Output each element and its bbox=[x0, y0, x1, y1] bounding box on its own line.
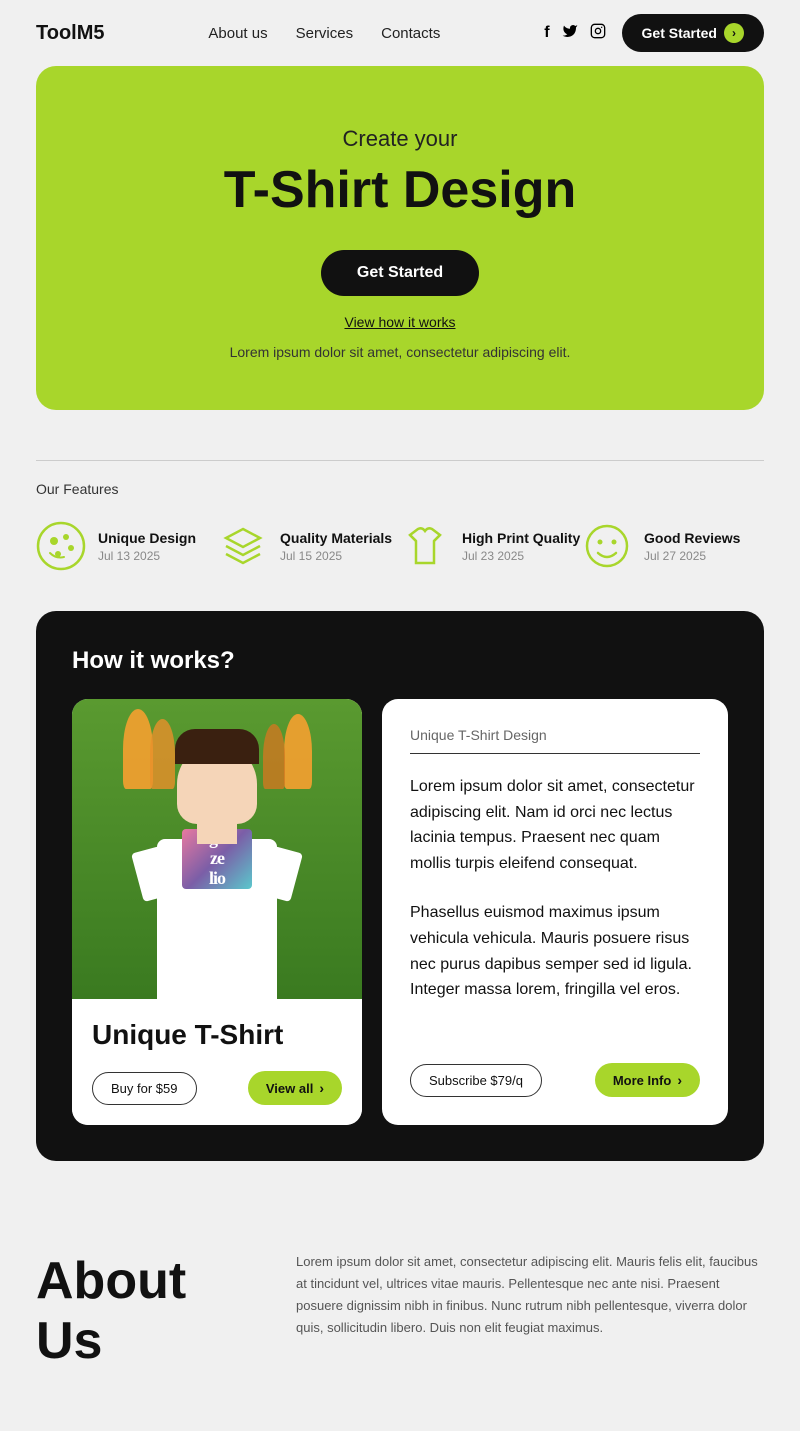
cta-arrow-icon: › bbox=[724, 23, 744, 43]
features-section: Our Features Unique Design Jul 13 2025 bbox=[0, 440, 800, 601]
tshirt-icon bbox=[400, 521, 450, 571]
feature-quality-materials-info: Quality Materials Jul 15 2025 bbox=[280, 530, 392, 563]
hero-description: Lorem ipsum dolor sit amet, consectetur … bbox=[72, 344, 728, 360]
more-info-button[interactable]: More Info › bbox=[595, 1063, 700, 1097]
hero-get-started-button[interactable]: Get Started bbox=[321, 250, 479, 296]
more-info-arrow-icon: › bbox=[677, 1072, 682, 1088]
instagram-icon[interactable] bbox=[590, 23, 606, 44]
nav-contacts[interactable]: Contacts bbox=[381, 25, 440, 42]
twitter-icon[interactable] bbox=[562, 23, 578, 44]
product-name: Unique T-Shirt bbox=[92, 1019, 342, 1051]
about-section: About Us Lorem ipsum dolor sit amet, con… bbox=[0, 1191, 800, 1431]
layers-icon bbox=[218, 521, 268, 571]
palette-icon bbox=[36, 521, 86, 571]
hero-section: Create your T-Shirt Design Get Started V… bbox=[36, 66, 764, 410]
social-links: f bbox=[544, 23, 605, 44]
hero-pre-title: Create your bbox=[72, 126, 728, 152]
nav-services[interactable]: Services bbox=[296, 25, 354, 42]
right-card-text1: Lorem ipsum dolor sit amet, consectetur … bbox=[410, 774, 700, 876]
facebook-icon[interactable]: f bbox=[544, 24, 549, 42]
feature-print-quality-info: High Print Quality Jul 23 2025 bbox=[462, 530, 580, 563]
how-card-bottom: Unique T-Shirt Buy for $59 View all › bbox=[72, 999, 362, 1125]
right-card-subtitle: Unique T-Shirt Design bbox=[410, 727, 700, 743]
smile-icon bbox=[582, 521, 632, 571]
view-all-arrow-icon: › bbox=[319, 1080, 324, 1096]
how-card-left-actions: Buy for $59 View all › bbox=[92, 1071, 342, 1105]
how-it-works-section: How it works? bbox=[36, 611, 764, 1161]
feature-good-reviews: Good Reviews Jul 27 2025 bbox=[582, 521, 764, 571]
feature-print-quality: High Print Quality Jul 23 2025 bbox=[400, 521, 582, 571]
about-text: Lorem ipsum dolor sit amet, consectetur … bbox=[296, 1251, 764, 1339]
features-grid: Unique Design Jul 13 2025 Quality Materi… bbox=[36, 521, 764, 571]
logo: ToolM5 bbox=[36, 22, 105, 45]
features-title: Our Features bbox=[36, 460, 764, 497]
how-title: How it works? bbox=[72, 647, 728, 675]
feature-good-reviews-info: Good Reviews Jul 27 2025 bbox=[644, 530, 740, 563]
right-card-text2: Phasellus euismod maximus ipsum vehicula… bbox=[410, 900, 700, 1002]
about-title: About Us bbox=[36, 1251, 256, 1371]
feature-unique-design-info: Unique Design Jul 13 2025 bbox=[98, 530, 196, 563]
right-card-divider bbox=[410, 753, 700, 754]
subscribe-button[interactable]: Subscribe $79/q bbox=[410, 1064, 542, 1097]
product-image: gazelio bbox=[72, 699, 362, 999]
nav-links: About us Services Contacts bbox=[208, 25, 440, 42]
how-card-right: Unique T-Shirt Design Lorem ipsum dolor … bbox=[382, 699, 728, 1125]
get-started-nav-button[interactable]: Get Started › bbox=[622, 14, 764, 52]
how-card-right-actions: Subscribe $79/q More Info › bbox=[410, 1063, 700, 1097]
feature-quality-materials: Quality Materials Jul 15 2025 bbox=[218, 521, 400, 571]
how-card-left: gazelio Unique T-Shirt Buy for $59 Vie bbox=[72, 699, 362, 1125]
hero-view-link[interactable]: View how it works bbox=[72, 314, 728, 330]
hero-title: T-Shirt Design bbox=[72, 160, 728, 220]
view-all-button[interactable]: View all › bbox=[248, 1071, 342, 1105]
feature-unique-design: Unique Design Jul 13 2025 bbox=[36, 521, 218, 571]
nav-about[interactable]: About us bbox=[208, 25, 267, 42]
how-cards: gazelio Unique T-Shirt Buy for $59 Vie bbox=[72, 699, 728, 1125]
buy-button[interactable]: Buy for $59 bbox=[92, 1072, 197, 1105]
navbar: ToolM5 About us Services Contacts f Get … bbox=[0, 0, 800, 66]
